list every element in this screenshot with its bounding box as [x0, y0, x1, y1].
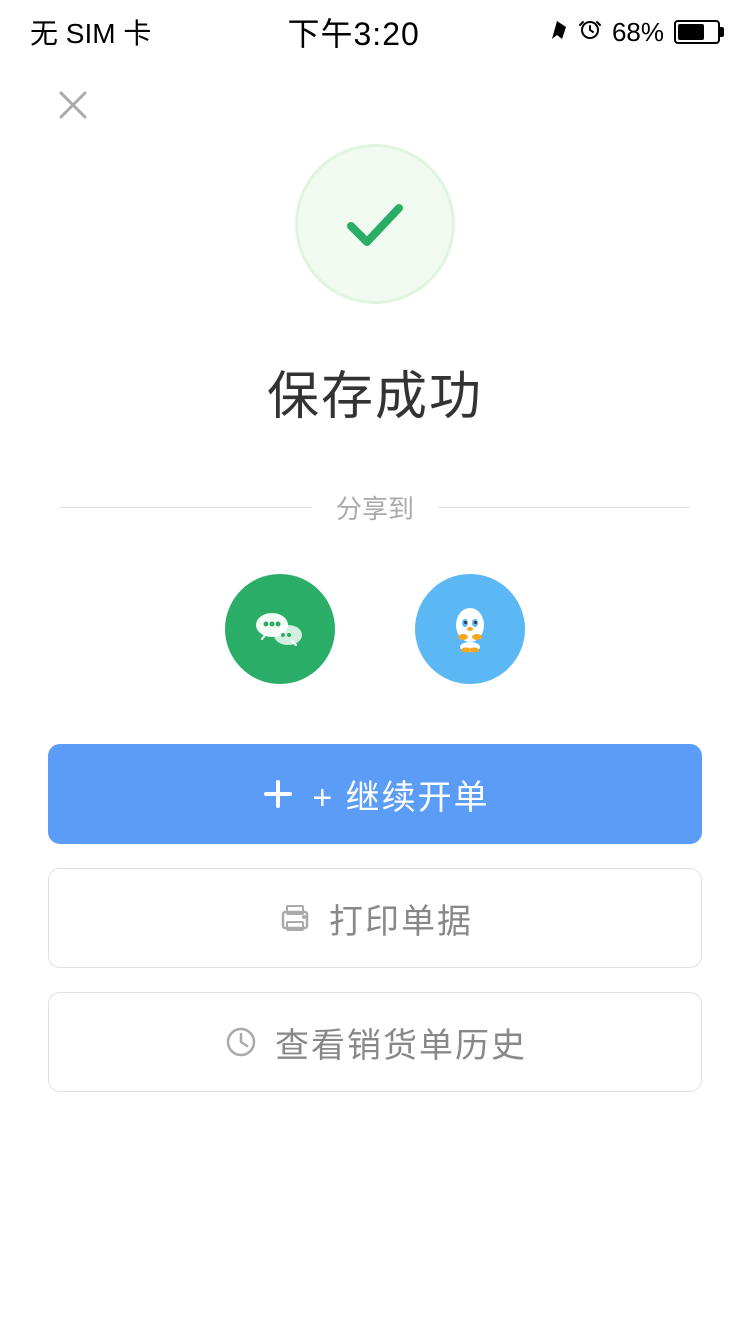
continue-button[interactable]: + 继续开单: [48, 744, 702, 844]
close-button[interactable]: [48, 80, 98, 130]
battery-percent: 68%: [612, 17, 664, 48]
alarm-icon: [578, 17, 602, 48]
history-label: 查看销货单历史: [275, 1018, 527, 1067]
printer-icon: [277, 900, 313, 936]
history-button[interactable]: 查看销货单历史: [48, 992, 702, 1092]
share-divider: 分享到: [0, 489, 750, 526]
battery-icon: [674, 20, 720, 44]
continue-label: + 继续开单: [312, 770, 489, 819]
main-content: 保存成功 分享到: [0, 64, 750, 1092]
share-icons: [225, 574, 525, 684]
divider-line-right: [438, 507, 690, 508]
status-time: 下午3:20: [288, 9, 420, 55]
action-buttons: + 继续开单 打印单据 查看销货单历史: [0, 744, 750, 1092]
print-button[interactable]: 打印单据: [48, 868, 702, 968]
status-bar: 无 SIM 卡 下午3:20 68%: [0, 0, 750, 64]
share-section: 分享到: [0, 489, 750, 684]
success-circle: [295, 144, 455, 304]
carrier-label: 无 SIM 卡: [30, 12, 151, 52]
plus-icon: [260, 776, 296, 812]
wechat-share-button[interactable]: [225, 574, 335, 684]
divider-line-left: [60, 507, 312, 508]
location-icon: [546, 17, 568, 48]
print-label: 打印单据: [329, 894, 473, 943]
success-title: 保存成功: [267, 354, 483, 429]
status-left: 无 SIM 卡: [30, 12, 161, 52]
clock-icon: [223, 1024, 259, 1060]
status-right: 68%: [546, 17, 720, 48]
qq-share-button[interactable]: [415, 574, 525, 684]
share-label: 分享到: [312, 489, 438, 526]
